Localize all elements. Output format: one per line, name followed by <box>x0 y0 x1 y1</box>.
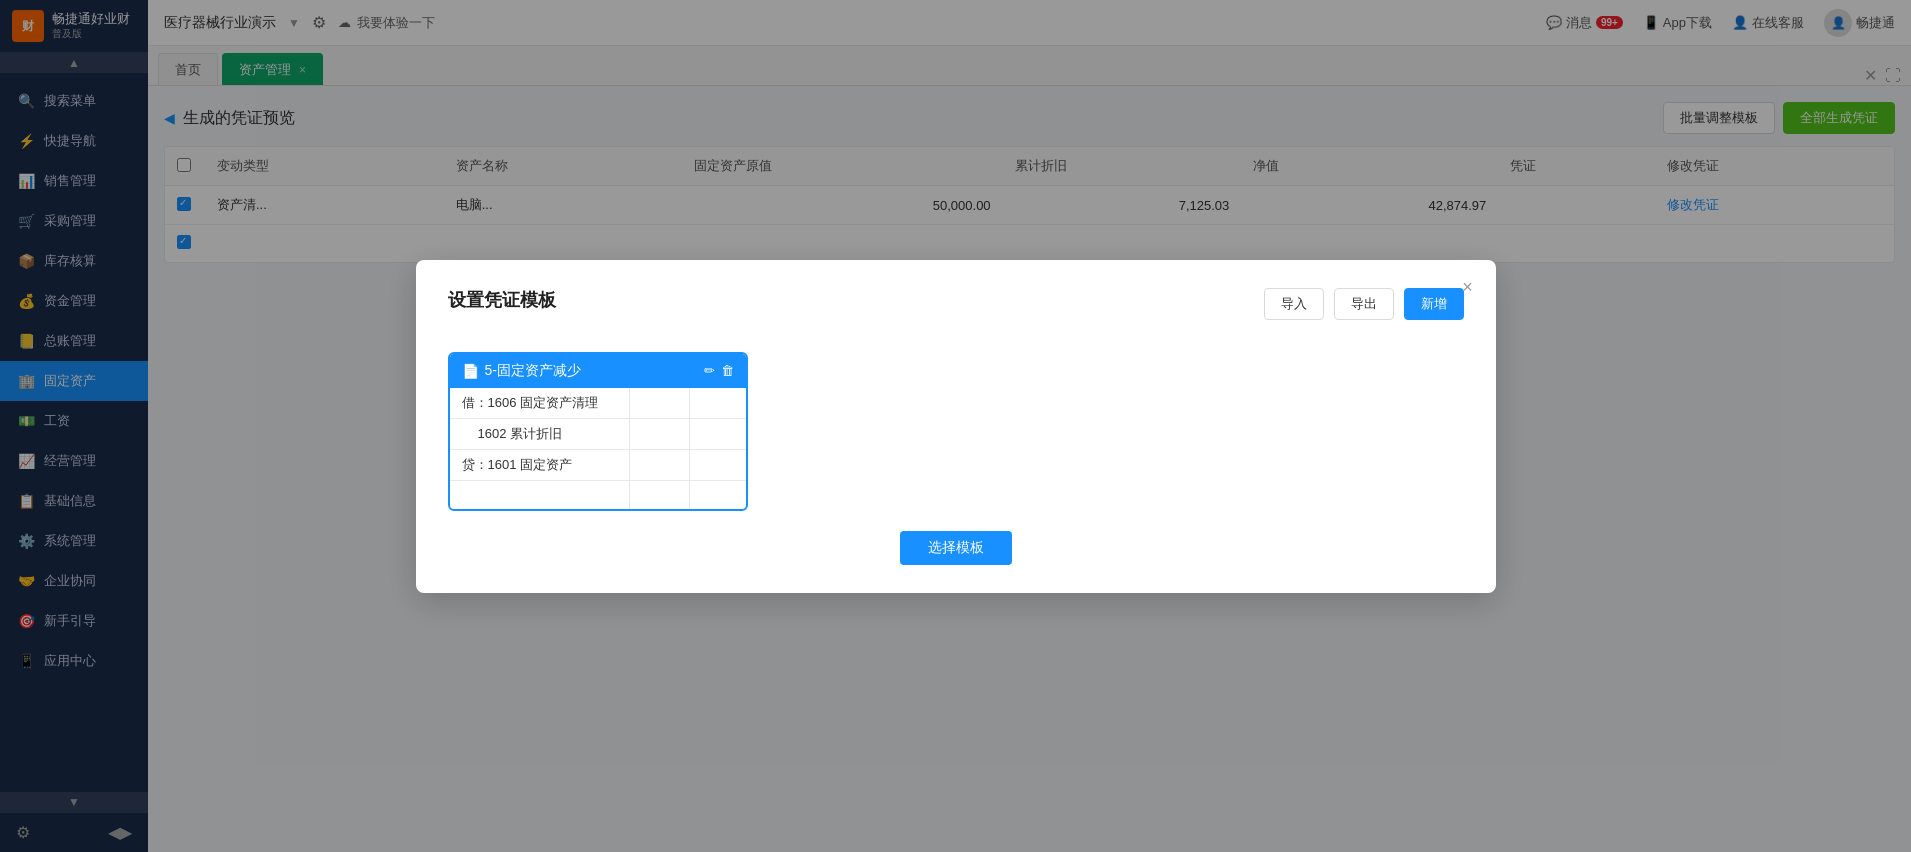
modal-actions: 导入 导出 新增 <box>1264 288 1464 320</box>
template-debit-3 <box>630 450 690 481</box>
new-template-button[interactable]: 新增 <box>1404 288 1464 320</box>
template-credit-1 <box>690 388 748 419</box>
template-doc-icon: 📄 <box>462 363 479 379</box>
modal-title: 设置凭证模板 <box>448 288 556 312</box>
content-area: ◀ 生成的凭证预览 批量调整模板 全部生成凭证 变动类型 资产名称 <box>148 86 1911 852</box>
template-delete-icon[interactable]: 🗑 <box>721 363 734 378</box>
template-card-body: 借：1606 固定资产清理 1602 累计折旧 贷：1601 固定资产 <box>450 388 746 509</box>
template-card: 📄 5-固定资产减少 ✏ 🗑 借：1606 固定资产清理 <box>448 352 748 511</box>
template-name: 5-固定资产减少 <box>485 362 581 380</box>
template-account-2: 1602 累计折旧 <box>450 419 630 450</box>
template-account-3: 贷：1601 固定资产 <box>450 450 630 481</box>
modal-overlay: × 设置凭证模板 导入 导出 新增 📄 5-固定资产减少 <box>148 86 1911 852</box>
template-debit-4 <box>630 481 690 509</box>
template-credit-2 <box>690 419 748 450</box>
template-debit-1 <box>630 388 690 419</box>
template-row: 贷：1601 固定资产 <box>450 450 746 481</box>
template-edit-icon[interactable]: ✏ <box>704 363 715 378</box>
export-button[interactable]: 导出 <box>1334 288 1394 320</box>
main-area: 医疗器械行业演示 ▼ ⚙ ☁ 我要体验一下 💬 消息 99+ 📱 App下载 👤… <box>148 0 1911 852</box>
template-row: 1602 累计折旧 <box>450 419 746 450</box>
template-credit-3 <box>690 450 748 481</box>
template-card-header: 📄 5-固定资产减少 ✏ 🗑 <box>450 354 746 388</box>
template-row: 借：1606 固定资产清理 <box>450 388 746 419</box>
modal-dialog: × 设置凭证模板 导入 导出 新增 📄 5-固定资产减少 <box>416 260 1496 593</box>
template-debit-2 <box>630 419 690 450</box>
import-button[interactable]: 导入 <box>1264 288 1324 320</box>
modal-close-button[interactable]: × <box>1456 276 1480 300</box>
template-credit-4 <box>690 481 748 509</box>
template-account-4 <box>450 481 630 509</box>
template-account-1: 借：1606 固定资产清理 <box>450 388 630 419</box>
template-row-empty <box>450 481 746 509</box>
select-template-button[interactable]: 选择模板 <box>900 531 1012 565</box>
